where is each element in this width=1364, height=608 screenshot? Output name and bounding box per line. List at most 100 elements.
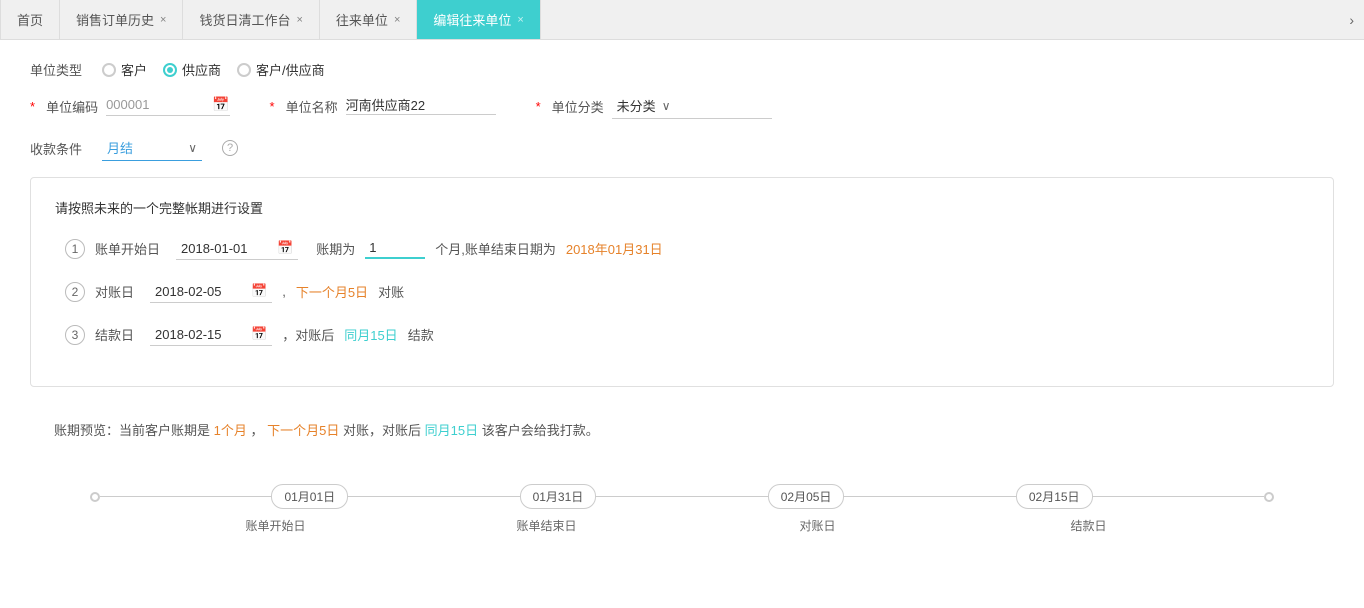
- payment-row: 收款条件 月结 ∨ ?: [30, 135, 1334, 161]
- radio-customer-circle: [102, 63, 116, 77]
- reconcile-date-field[interactable]: [155, 284, 245, 299]
- timeline-line-2: [348, 496, 519, 497]
- payment-suffix-1: ，对账后: [282, 325, 334, 344]
- tab-arrow[interactable]: ›: [1339, 0, 1364, 39]
- radio-both-circle: [237, 63, 251, 77]
- unit-name-label: 单位名称: [286, 97, 338, 116]
- payment-calendar-icon[interactable]: 📅: [251, 326, 267, 342]
- unit-code-field: 📅: [106, 96, 229, 116]
- reconcile-highlight: 下一个月5日: [296, 282, 368, 301]
- unit-info-row: * 单位编码 📅 * 单位名称 * 单位分类 未分类 ∨: [30, 93, 1334, 119]
- preview-period: 1个月: [214, 423, 247, 438]
- unit-code-star: *: [30, 99, 35, 114]
- start-date-field[interactable]: [181, 241, 271, 256]
- tab-edit-partner[interactable]: 编辑往来单位 ×: [417, 0, 540, 39]
- close-tab-cash-work[interactable]: ×: [296, 14, 302, 26]
- chevron-down-icon: ∨: [662, 99, 671, 113]
- timeline-dot-start: [90, 492, 100, 502]
- tab-partner[interactable]: 往来单位 ×: [320, 0, 417, 39]
- tab-cash-work[interactable]: 钱货日清工作台 ×: [183, 0, 319, 39]
- timeline-line-4: [844, 496, 1015, 497]
- tab-sales-order[interactable]: 销售订单历史 ×: [60, 0, 183, 39]
- row-num-3: 3: [65, 325, 85, 345]
- radio-customer[interactable]: 客户: [102, 60, 147, 79]
- card-title: 请按照未来的一个完整帐期进行设置: [55, 198, 1309, 217]
- payment-suffix-2: 结款: [408, 325, 434, 344]
- close-tab-edit-partner[interactable]: ×: [517, 14, 523, 26]
- tab-home[interactable]: 首页: [0, 0, 60, 39]
- unit-type-radio-group: 客户 供应商 客户/供应商: [102, 60, 325, 79]
- timeline-node-4: 02月15日: [1016, 484, 1093, 509]
- settings-card: 请按照未来的一个完整帐期进行设置 1 账单开始日 📅 账期为 个月,账单结束日期…: [30, 177, 1334, 387]
- reconcile-date-label: 对账日: [95, 282, 134, 301]
- timeline-label-4: 结款日: [1049, 517, 1129, 534]
- radio-supplier[interactable]: 供应商: [163, 60, 221, 79]
- unit-cat-star: *: [536, 99, 541, 114]
- row-num-2: 2: [65, 282, 85, 302]
- timeline-badge-4: 02月15日: [1016, 484, 1093, 509]
- main-content: 单位类型 客户 供应商 客户/供应商 * 单位编码 📅: [0, 40, 1364, 608]
- timeline-node-3: 02月05日: [768, 484, 845, 509]
- preview-suffix: 该客户会给我打款。: [482, 423, 599, 438]
- timeline-line-3: [596, 496, 767, 497]
- payment-date-field[interactable]: [155, 327, 245, 342]
- setting-row-3: 3 结款日 📅 ，对账后 同月15日 结款: [55, 323, 1309, 346]
- tab-bar: 首页 销售订单历史 × 钱货日清工作台 × 往来单位 × 编辑往来单位 × ›: [0, 0, 1364, 40]
- tab-home-label: 首页: [17, 10, 43, 29]
- preview-middle: 对账，对账后: [343, 423, 421, 438]
- timeline-dot-end: [1264, 492, 1274, 502]
- timeline-badge-1: 01月01日: [271, 484, 348, 509]
- setting-row-1: 1 账单开始日 📅 账期为 个月,账单结束日期为 2018年01月31日: [55, 237, 1309, 260]
- start-date-label: 账单开始日: [95, 239, 160, 258]
- unit-type-row: 单位类型 客户 供应商 客户/供应商: [30, 60, 1334, 79]
- unit-code-input[interactable]: [106, 97, 206, 112]
- radio-both[interactable]: 客户/供应商: [237, 60, 325, 79]
- unit-category-select[interactable]: 未分类 ∨: [612, 93, 772, 119]
- timeline-badge-2: 01月31日: [520, 484, 597, 509]
- calendar-icon[interactable]: 📅: [212, 96, 229, 113]
- payment-date-input: 📅: [150, 323, 272, 346]
- preview-comma: ，: [251, 423, 264, 438]
- tl-label-text-3: 对账日: [799, 517, 835, 534]
- start-date-input: 📅: [176, 237, 298, 260]
- unit-code-label: 单位编码: [46, 97, 98, 116]
- period-input[interactable]: [365, 238, 425, 259]
- reconcile-suffix-2: 对账: [378, 282, 404, 301]
- period-prefix: 账期为: [316, 239, 355, 258]
- reconcile-calendar-icon[interactable]: 📅: [251, 283, 267, 299]
- setting-row-2: 2 对账日 📅 , 下一个月5日 对账: [55, 280, 1309, 303]
- timeline-line-1: [100, 496, 271, 497]
- tab-edit-partner-label: 编辑往来单位: [433, 10, 511, 29]
- help-icon[interactable]: ?: [222, 140, 238, 156]
- tl-label-text-2: 账单结束日: [516, 517, 576, 534]
- timeline-track: 01月01日 01月31日 02月05日 02月15日: [60, 468, 1304, 517]
- close-tab-partner[interactable]: ×: [394, 14, 400, 26]
- start-date-calendar-icon[interactable]: 📅: [277, 240, 293, 256]
- payment-highlight: 同月15日: [344, 325, 397, 344]
- preview-section: 账期预览：当前客户账期是 1个月 ， 下一个月5日 对账，对账后 同月15日 该…: [30, 403, 1334, 458]
- period-suffix: 个月,账单结束日期为: [435, 239, 556, 258]
- close-tab-sales-order[interactable]: ×: [160, 14, 166, 26]
- unit-category-value: 未分类: [617, 96, 656, 115]
- tab-sales-order-label: 销售订单历史: [76, 10, 154, 29]
- timeline-label-2: 账单结束日: [507, 517, 587, 534]
- timeline-container: 01月01日 01月31日 02月05日 02月15日 账单开始日: [30, 458, 1334, 550]
- tab-partner-label: 往来单位: [336, 10, 388, 29]
- preview-same-date: 同月15日: [425, 423, 478, 438]
- timeline-label-3: 对账日: [778, 517, 858, 534]
- unit-name-input[interactable]: [346, 97, 496, 112]
- payment-select[interactable]: 月结 ∨: [102, 135, 202, 161]
- tl-label-text-1: 账单开始日: [245, 517, 305, 534]
- reconcile-suffix-1: ,: [282, 284, 286, 299]
- tl-label-text-4: 结款日: [1070, 517, 1106, 534]
- preview-next-date: 下一个月5日: [267, 423, 339, 438]
- radio-both-label: 客户/供应商: [256, 60, 325, 79]
- timeline-line-5: [1093, 496, 1264, 497]
- payment-value: 月结: [107, 138, 182, 157]
- unit-type-label: 单位类型: [30, 60, 82, 79]
- row-num-1: 1: [65, 239, 85, 259]
- preview-prefix: 账期预览：当前客户账期是: [54, 423, 210, 438]
- tab-cash-work-label: 钱货日清工作台: [199, 10, 290, 29]
- radio-supplier-circle: [163, 63, 177, 77]
- unit-category-label: 单位分类: [552, 97, 604, 116]
